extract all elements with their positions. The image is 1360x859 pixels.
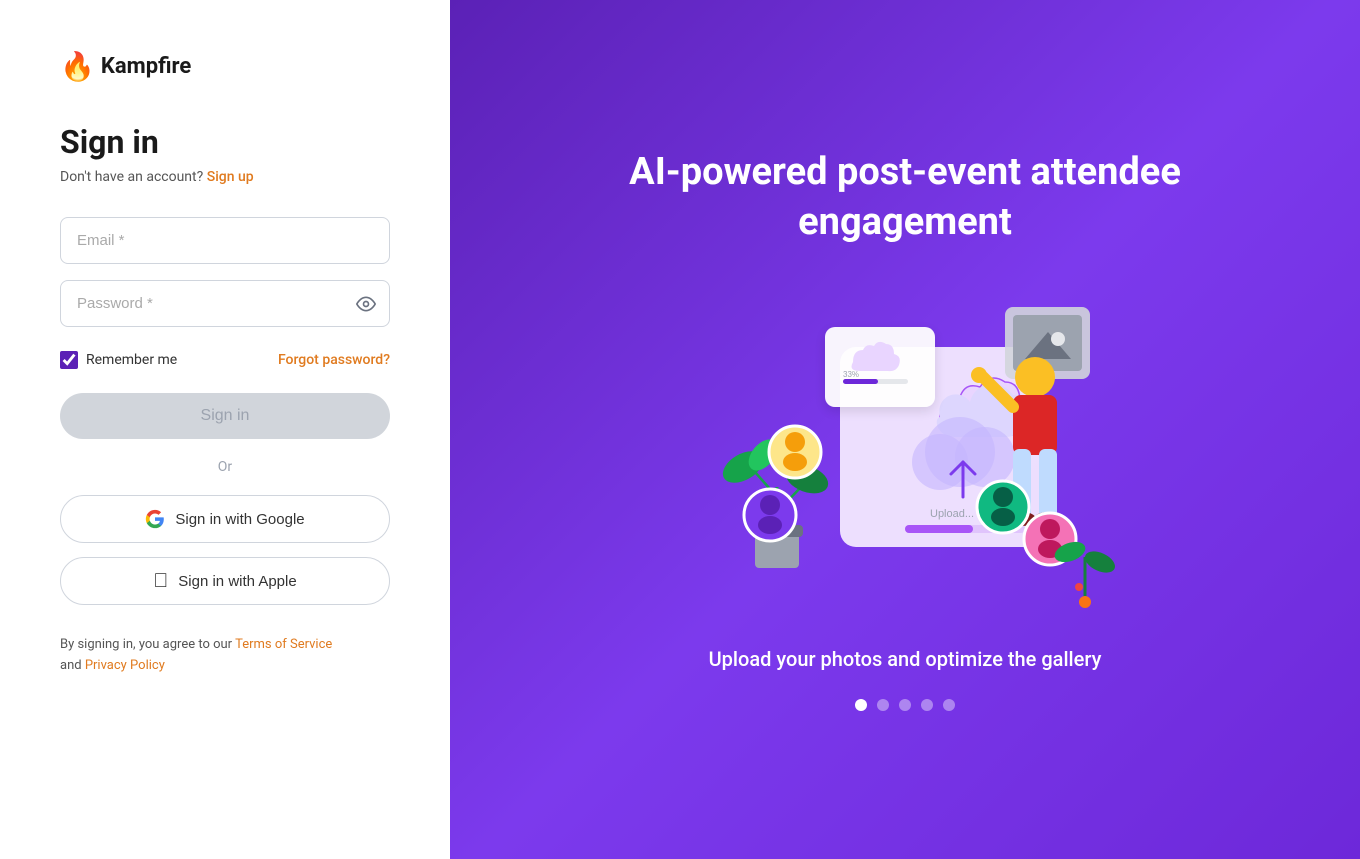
remember-me-checkbox[interactable] — [60, 351, 78, 369]
password-wrapper — [60, 280, 390, 327]
terms-text: By signing in, you agree to our Terms of… — [60, 635, 390, 677]
carousel-dot-5[interactable] — [943, 699, 955, 711]
signup-link[interactable]: Sign up — [207, 169, 254, 185]
carousel-dot-4[interactable] — [921, 699, 933, 711]
sign-in-button[interactable]: Sign in — [60, 393, 390, 439]
google-sign-in-button[interactable]: Sign in with Google — [60, 495, 390, 543]
remember-me-label[interactable]: Remember me — [60, 351, 177, 369]
right-panel: AI-powered post-event attendee engagemen… — [450, 0, 1360, 859]
privacy-policy-link[interactable]: Privacy Policy — [85, 658, 165, 673]
password-form-group — [60, 280, 390, 327]
apple-sign-in-button[interactable]:  Sign in with Apple — [60, 557, 390, 605]
svg-text:Upload...: Upload... — [930, 508, 974, 520]
signup-prompt: Don't have an account? Sign up — [60, 169, 390, 185]
or-divider: Or — [60, 459, 390, 475]
password-input[interactable] — [60, 280, 390, 327]
apple-icon:  — [153, 571, 168, 591]
illustration-svg: Upload... 33% — [695, 287, 1115, 617]
eye-icon — [356, 294, 376, 314]
left-panel: 🔥 Kampfire Sign in Don't have an account… — [0, 0, 450, 859]
logo: 🔥 Kampfire — [60, 50, 390, 83]
flame-icon: 🔥 — [60, 50, 95, 83]
toggle-password-button[interactable] — [356, 294, 376, 314]
carousel-dot-2[interactable] — [877, 699, 889, 711]
carousel-dot-3[interactable] — [899, 699, 911, 711]
email-input[interactable] — [60, 217, 390, 264]
svg-text:33%: 33% — [843, 370, 859, 379]
terms-of-service-link[interactable]: Terms of Service — [235, 637, 332, 652]
forgot-password-link[interactable]: Forgot password? — [278, 352, 390, 368]
hero-subtitle: Upload your photos and optimize the gall… — [709, 647, 1102, 671]
sign-in-title: Sign in — [60, 123, 390, 161]
hero-illustration: Upload... 33% — [695, 287, 1115, 617]
remember-forgot-row: Remember me Forgot password? — [60, 351, 390, 369]
brand-name: Kampfire — [101, 54, 191, 79]
email-form-group — [60, 217, 390, 264]
hero-title: AI-powered post-event attendee engagemen… — [605, 148, 1205, 247]
carousel-dot-1[interactable] — [855, 699, 867, 711]
google-icon — [145, 509, 165, 529]
carousel-dots — [855, 699, 955, 711]
